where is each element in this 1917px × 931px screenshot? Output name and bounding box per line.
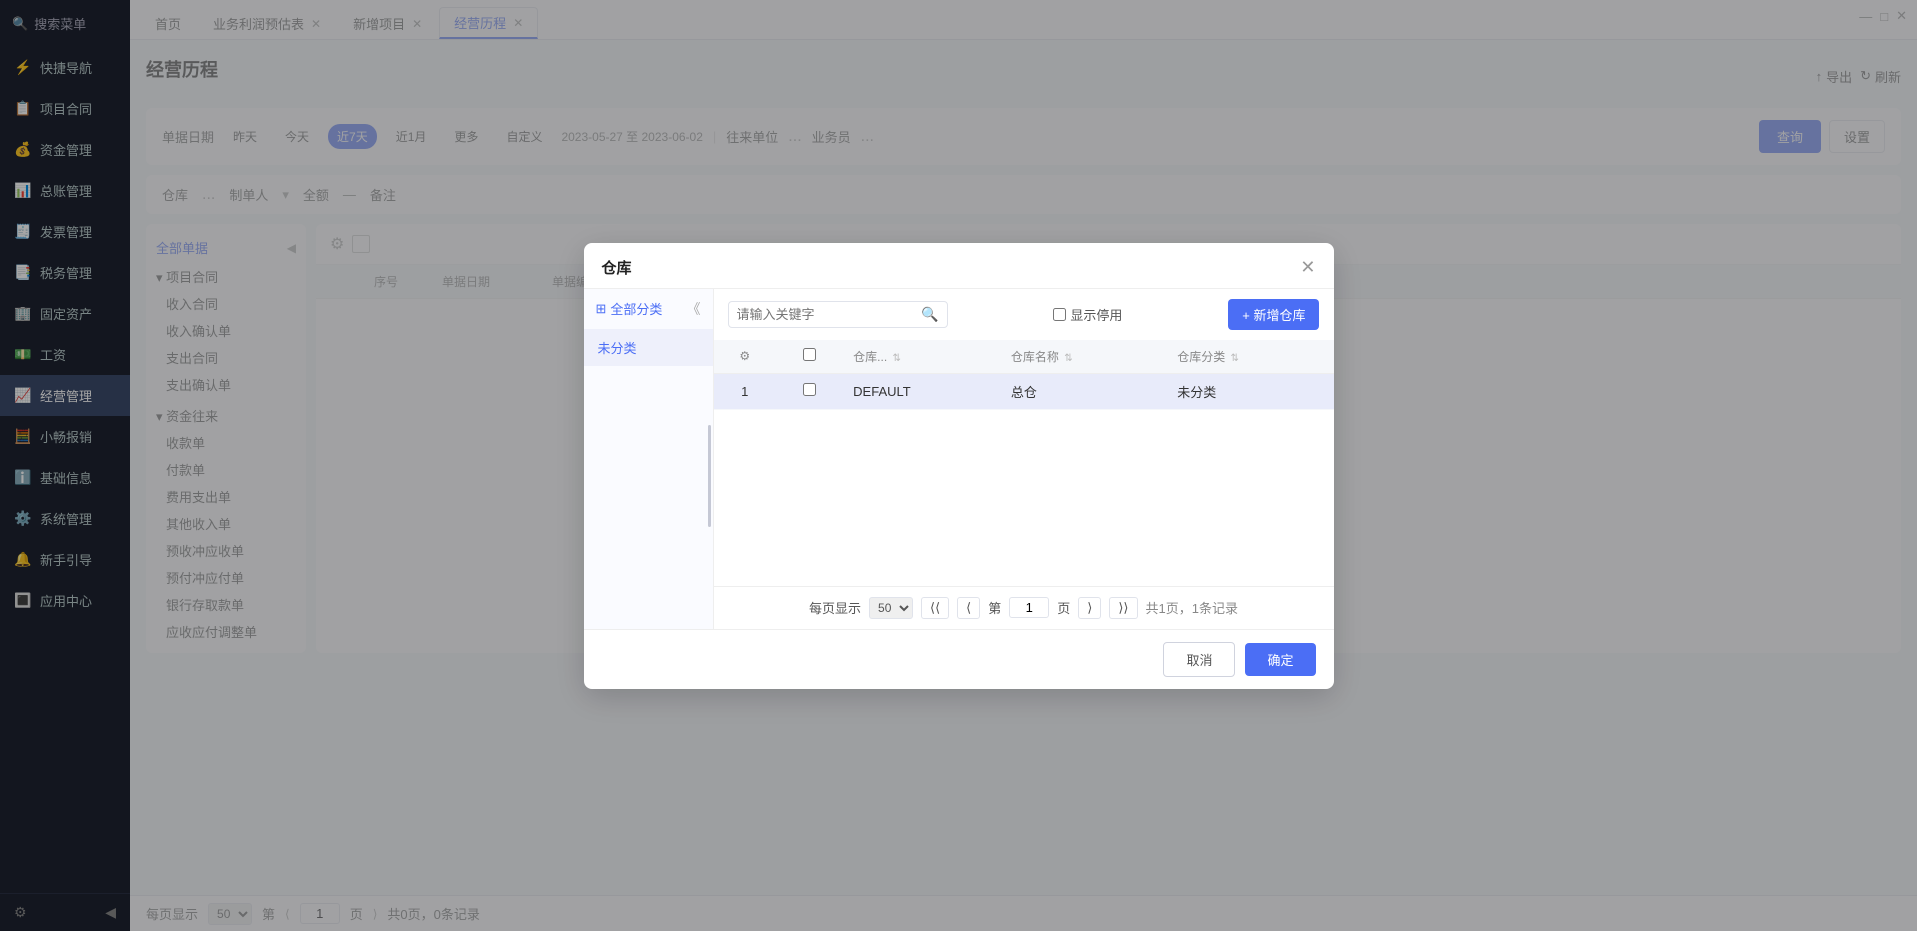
modal-total-info: 共1页，1条记录	[1146, 598, 1238, 617]
th-check[interactable]	[776, 340, 843, 374]
cancel-btn[interactable]: 取消	[1163, 642, 1235, 677]
modal-table-header-row: ⚙ 仓库... ⇅ 仓库名称	[714, 340, 1334, 374]
add-warehouse-btn[interactable]: + 新增仓库	[1228, 299, 1319, 330]
row-num: 1	[714, 373, 777, 409]
modal-table-wrapper: ⚙ 仓库... ⇅ 仓库名称	[714, 340, 1334, 586]
th-warehouse-category[interactable]: 仓库分类 ⇅	[1167, 340, 1333, 374]
th-gear[interactable]: ⚙	[714, 340, 777, 374]
modal-prev-btn[interactable]: ⟨	[957, 597, 980, 619]
modal-first-btn[interactable]: ⟨⟨	[921, 597, 949, 619]
search-input[interactable]	[737, 307, 917, 322]
modal-close-btn[interactable]: ✕	[1300, 257, 1315, 278]
modal-body: ⊞ 全部分类 《 未分类 🔍 显示	[584, 289, 1334, 629]
grid-icon: ⊞	[596, 301, 607, 317]
show-disabled-checkbox[interactable]	[1053, 308, 1066, 321]
modal-page-size[interactable]: 50	[869, 597, 913, 619]
modal-page-label: 第	[988, 598, 1001, 617]
row-checkbox[interactable]	[776, 373, 843, 409]
modal-per-page-label: 每页显示	[809, 598, 861, 617]
modal-right-panel: 🔍 显示停用 + 新增仓库 ⚙	[714, 289, 1334, 629]
row-name: 总仓	[1001, 373, 1167, 409]
th-warehouse-code[interactable]: 仓库... ⇅	[843, 340, 1001, 374]
row-select-checkbox[interactable]	[803, 383, 816, 396]
modal-right-toolbar: 🔍 显示停用 + 新增仓库	[714, 289, 1334, 340]
modal-header: 仓库 ✕	[584, 243, 1334, 289]
th-warehouse-name[interactable]: 仓库名称 ⇅	[1001, 340, 1167, 374]
confirm-btn[interactable]: 确定	[1245, 643, 1315, 676]
modal-next-btn[interactable]: ⟩	[1078, 597, 1101, 619]
modal-page-input[interactable]	[1009, 597, 1049, 618]
modal-title: 仓库	[602, 257, 632, 278]
modal-page-end: 页	[1057, 598, 1070, 617]
all-categories-btn[interactable]: ⊞ 全部分类	[596, 299, 663, 318]
modal-footer: 取消 确定	[584, 629, 1334, 689]
modal-left-panel: ⊞ 全部分类 《 未分类	[584, 289, 714, 629]
table-row[interactable]: 1 DEFAULT 总仓 未分类	[714, 373, 1334, 409]
modal-pagination: 每页显示 50 ⟨⟨ ⟨ 第 页 ⟩ ⟩⟩ 共1页，1条记录	[714, 586, 1334, 629]
left-collapse-btn[interactable]: 《	[687, 299, 701, 319]
row-category: 未分类	[1167, 373, 1333, 409]
select-all-modal[interactable]	[803, 348, 816, 361]
modal-left-header: ⊞ 全部分类 《	[584, 289, 713, 329]
left-item-uncategorized[interactable]: 未分类	[584, 329, 713, 366]
show-disabled-label[interactable]: 显示停用	[1053, 305, 1122, 324]
modal-overlay: 仓库 ✕ ⊞ 全部分类 《 未分类	[0, 0, 1917, 931]
search-box[interactable]: 🔍	[728, 301, 948, 328]
search-icon: 🔍	[921, 306, 938, 323]
modal-table: ⚙ 仓库... ⇅ 仓库名称	[714, 340, 1334, 410]
modal-warehouse: 仓库 ✕ ⊞ 全部分类 《 未分类	[584, 243, 1334, 689]
left-scrollbar	[708, 425, 711, 527]
row-code: DEFAULT	[843, 373, 1001, 409]
modal-last-btn[interactable]: ⟩⟩	[1109, 597, 1137, 619]
